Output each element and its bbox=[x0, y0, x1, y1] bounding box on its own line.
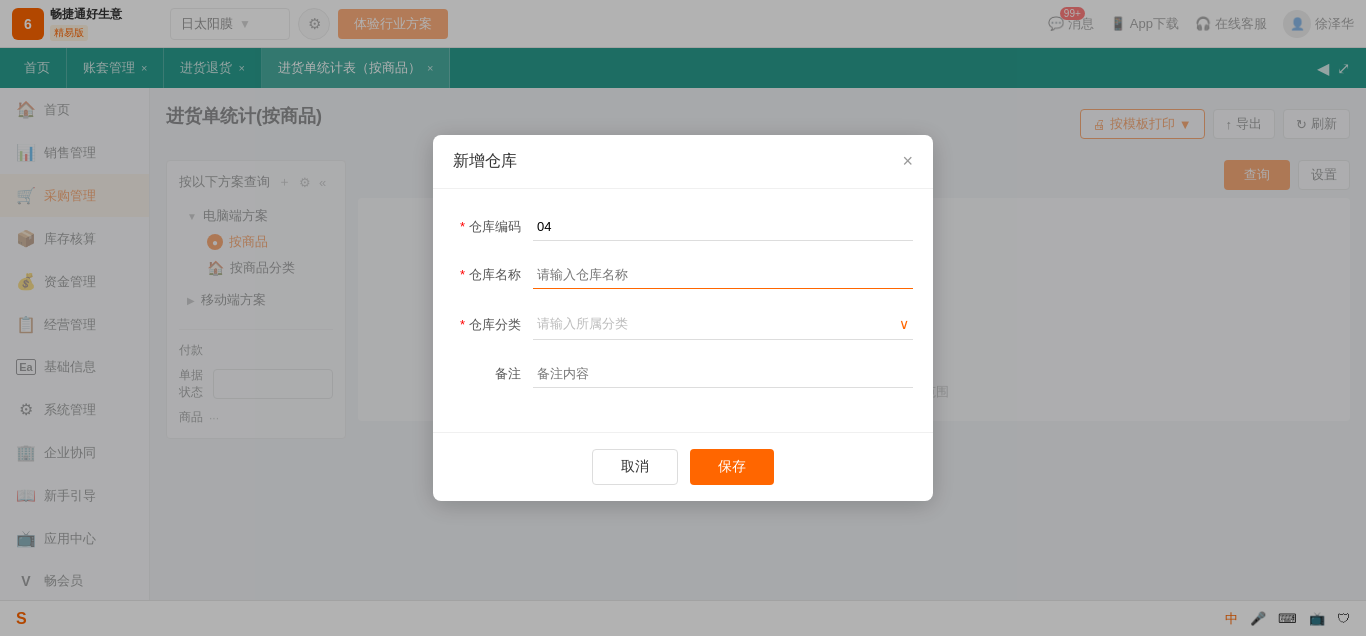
modal-body: 仓库编码 仓库名称 仓库分类 请输入所属分类 ∨ 备注 bbox=[433, 189, 933, 432]
warehouse-code-input[interactable] bbox=[533, 213, 913, 241]
remarks-row: 备注 bbox=[453, 360, 913, 388]
save-button[interactable]: 保存 bbox=[690, 449, 774, 485]
warehouse-code-row: 仓库编码 bbox=[453, 213, 913, 241]
modal-close-button[interactable]: × bbox=[902, 151, 913, 172]
warehouse-name-row: 仓库名称 bbox=[453, 261, 913, 289]
modal-footer: 取消 保存 bbox=[433, 432, 933, 501]
warehouse-modal: 新增仓库 × 仓库编码 仓库名称 仓库分类 请输入所属分类 ∨ bbox=[433, 135, 933, 501]
warehouse-name-label: 仓库名称 bbox=[453, 266, 533, 284]
warehouse-name-input[interactable] bbox=[533, 261, 913, 289]
category-chevron-icon: ∨ bbox=[899, 316, 909, 332]
remarks-input[interactable] bbox=[533, 360, 913, 388]
warehouse-category-select[interactable]: 请输入所属分类 ∨ bbox=[533, 309, 913, 340]
cancel-button[interactable]: 取消 bbox=[592, 449, 678, 485]
remarks-label: 备注 bbox=[453, 365, 533, 383]
modal-title: 新增仓库 bbox=[453, 151, 517, 172]
warehouse-code-label: 仓库编码 bbox=[453, 218, 533, 236]
modal-header: 新增仓库 × bbox=[433, 135, 933, 189]
warehouse-category-label: 仓库分类 bbox=[453, 316, 533, 334]
warehouse-category-placeholder: 请输入所属分类 bbox=[537, 315, 628, 333]
warehouse-category-row: 仓库分类 请输入所属分类 ∨ bbox=[453, 309, 913, 340]
modal-overlay: 新增仓库 × 仓库编码 仓库名称 仓库分类 请输入所属分类 ∨ bbox=[0, 0, 1366, 636]
